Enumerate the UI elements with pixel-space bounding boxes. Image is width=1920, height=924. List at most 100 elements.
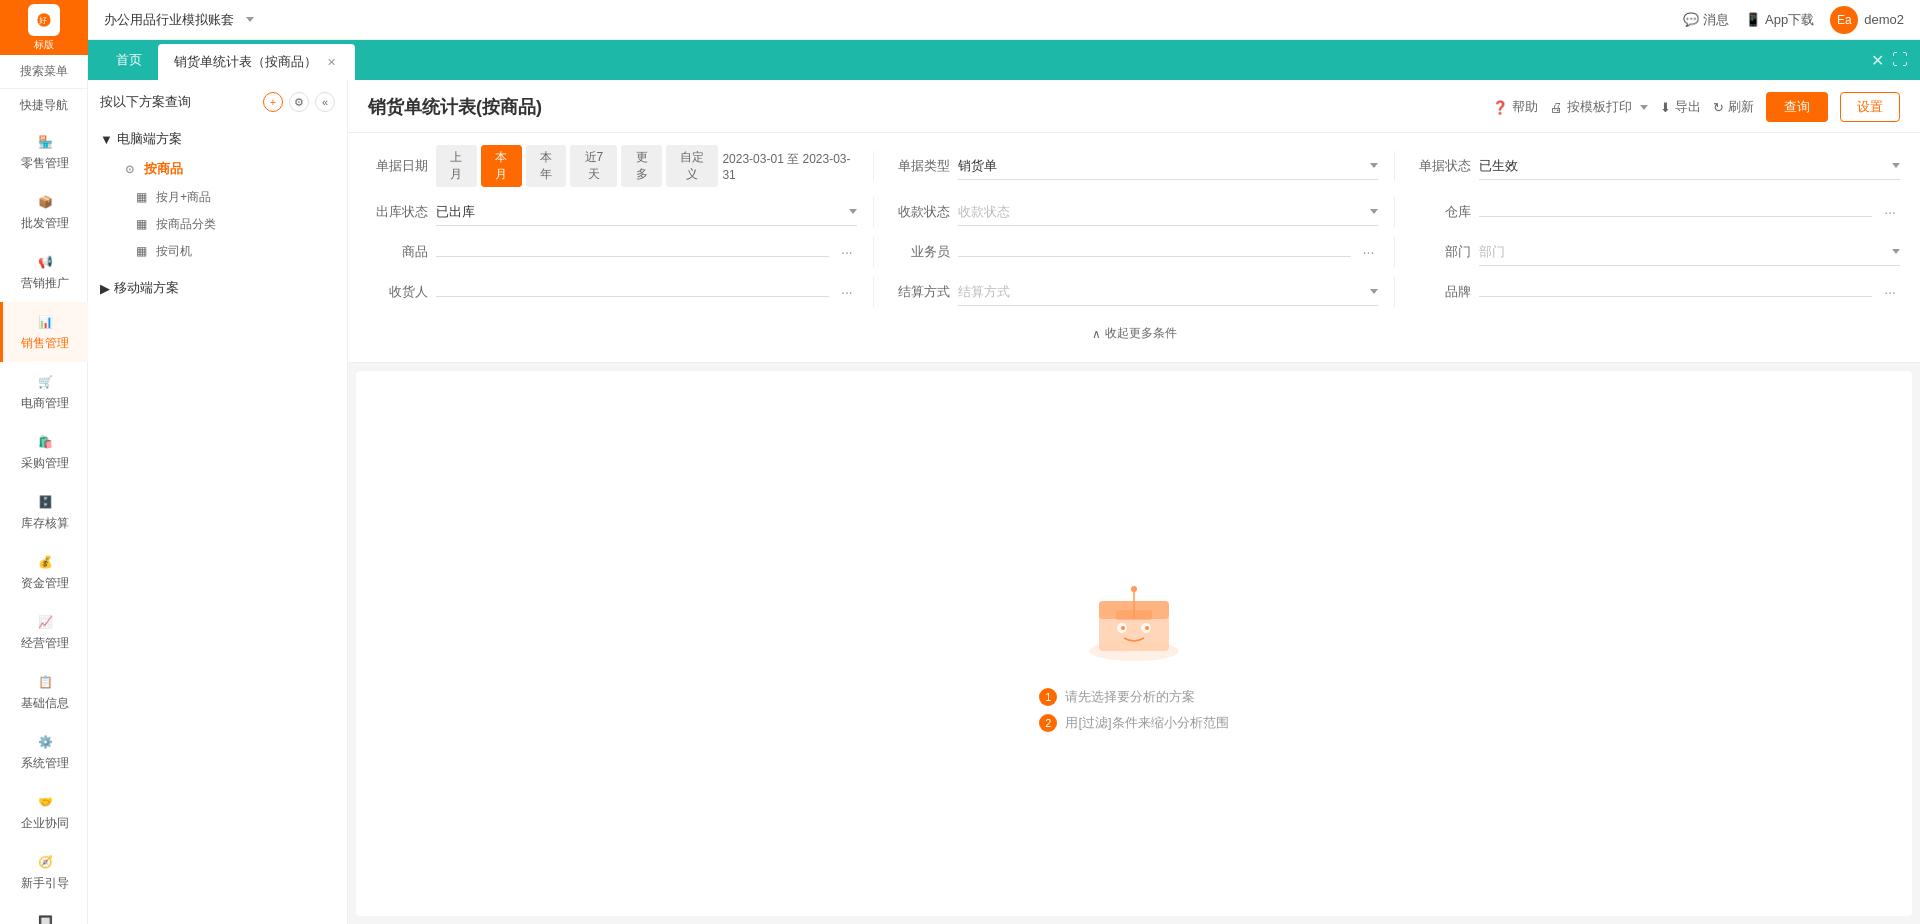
- filter-field-salesperson: 业务员 ···: [890, 243, 1379, 261]
- receipt-status-select[interactable]: 收款状态: [958, 199, 1379, 226]
- sidebar-item-inventory[interactable]: 🗄️ 库存核算: [0, 482, 88, 542]
- tab-expand-icon[interactable]: ⛶: [1892, 51, 1908, 69]
- empty-state: 1 请先选择要分析的方案 2 用[过滤]条件来缩小分析范围: [356, 371, 1912, 916]
- tab-home[interactable]: 首页: [100, 40, 158, 80]
- tab-home-label: 首页: [116, 51, 142, 69]
- sidebar-item-enterprise[interactable]: 🤝 企业协同: [0, 782, 88, 842]
- by-cashier-label: 按司机: [156, 244, 192, 258]
- help-button[interactable]: ❓ 帮助: [1492, 98, 1538, 116]
- out-status-dropdown-icon: [849, 209, 857, 214]
- sidebar-item-ecommerce[interactable]: 🛒 电商管理: [0, 362, 88, 422]
- dept-select[interactable]: 部门: [1479, 239, 1900, 266]
- date-btn-this-month[interactable]: 本月: [481, 145, 522, 187]
- workspace-dropdown-icon[interactable]: [246, 17, 254, 22]
- main-content: 销货单统计表(按商品) ❓ 帮助 🖨 按模板打印 ⬇: [348, 80, 1920, 924]
- filter-row-2: 出库状态 已出库 收款状态 收款状态: [368, 197, 1900, 227]
- doc-type-select[interactable]: 销货单: [958, 153, 1379, 180]
- sidebar-item-basic[interactable]: 📋 基础信息: [0, 662, 88, 722]
- by-cashier-icon: ▦: [136, 244, 147, 258]
- date-btn-custom[interactable]: 自定义: [666, 145, 718, 187]
- refresh-button[interactable]: ↻ 刷新: [1713, 98, 1754, 116]
- brand-input[interactable]: [1479, 288, 1872, 297]
- svg-point-9: [1121, 626, 1125, 630]
- doc-type-label: 单据类型: [890, 157, 950, 175]
- search-menu-label: 搜索菜单: [20, 63, 68, 80]
- sidebar-item-finance[interactable]: 💰 资金管理: [0, 542, 88, 602]
- filter-add-button[interactable]: +: [263, 92, 283, 112]
- sidebar-item-purchase[interactable]: 🛍️ 采购管理: [0, 422, 88, 482]
- filter-group-pc-title[interactable]: ▼ 电脑端方案: [100, 124, 335, 154]
- sidebar-search-area[interactable]: 搜索菜单: [0, 55, 87, 89]
- doc-status-select[interactable]: 已生效: [1479, 153, 1900, 180]
- date-btn-more[interactable]: 更多: [621, 145, 662, 187]
- app-download-button[interactable]: 📱 App下载: [1745, 11, 1814, 29]
- tab-close-icon[interactable]: ✕: [323, 54, 339, 70]
- salesperson-input[interactable]: [958, 248, 1351, 257]
- retail-icon: 🏪: [35, 132, 55, 152]
- divider-6: [1394, 237, 1395, 267]
- filter-item-by-month-product[interactable]: ▦ 按月+商品: [100, 184, 335, 211]
- sidebar-item-apps[interactable]: 🔲 应用中心: [0, 902, 88, 924]
- marketing-icon: 📢: [35, 252, 55, 272]
- consignee-input[interactable]: [436, 288, 829, 297]
- collapse-bar[interactable]: ∧ 收起更多条件: [368, 317, 1900, 350]
- sidebar-item-marketing[interactable]: 📢 营销推广: [0, 242, 88, 302]
- divider-8: [1394, 277, 1395, 307]
- user-info[interactable]: Ea demo2: [1830, 6, 1904, 34]
- date-btn-prev-month[interactable]: 上月: [436, 145, 477, 187]
- settings-button[interactable]: 设置: [1840, 92, 1900, 122]
- date-btn-this-year[interactable]: 本年: [526, 145, 567, 187]
- tab-sales-stat-label: 销货单统计表（按商品）: [174, 53, 317, 71]
- export-button[interactable]: ⬇ 导出: [1660, 98, 1701, 116]
- empty-illustration: [1074, 556, 1194, 676]
- product-more-btn[interactable]: ···: [837, 244, 857, 260]
- finance-icon: 💰: [35, 552, 55, 572]
- receipt-status-placeholder: 收款状态: [958, 203, 1010, 221]
- filter-form: 单据日期 上月 本月 本年 近7天 更多 自定义 2023-03-01 至 20…: [348, 133, 1920, 363]
- tab-close-all-icon[interactable]: ✕: [1871, 51, 1884, 70]
- filter-field-brand: 品牌 ···: [1411, 283, 1900, 301]
- receipt-status-dropdown-icon: [1370, 209, 1378, 214]
- dept-label: 部门: [1411, 243, 1471, 261]
- purchase-icon: 🛍️: [35, 432, 55, 452]
- apps-icon: 🔲: [35, 912, 55, 924]
- sidebar-item-sales[interactable]: 📊 销售管理: [0, 302, 88, 362]
- salesperson-more-btn[interactable]: ···: [1359, 244, 1379, 260]
- sales-icon: 📊: [35, 312, 55, 332]
- sidebar-item-retail[interactable]: 🏪 零售管理: [0, 122, 88, 182]
- filter-settings-button[interactable]: ⚙: [289, 92, 309, 112]
- finance-label: 资金管理: [21, 575, 69, 592]
- filter-item-by-product-category[interactable]: ▦ 按商品分类: [100, 211, 335, 238]
- guide-icon: 🧭: [35, 852, 55, 872]
- message-button[interactable]: 💬 消息: [1683, 11, 1729, 29]
- filter-field-receipt-status: 收款状态 收款状态: [890, 199, 1379, 226]
- filter-collapse-button[interactable]: «: [315, 92, 335, 112]
- consignee-more-btn[interactable]: ···: [837, 284, 857, 300]
- by-product-icon: ⊙: [120, 160, 138, 178]
- date-btn-7days[interactable]: 近7天: [570, 145, 617, 187]
- payment-select[interactable]: 结算方式: [958, 279, 1379, 306]
- export-label: 导出: [1675, 98, 1701, 116]
- out-status-select[interactable]: 已出库: [436, 199, 857, 226]
- main-area: 办公用品行业模拟账套 💬 消息 📱 App下载 Ea demo2 首页 销货单统…: [88, 0, 1920, 924]
- quick-nav-label: 快捷导航: [20, 97, 68, 114]
- filter-item-by-product[interactable]: ⊙ 按商品: [100, 154, 335, 184]
- user-name: demo2: [1864, 12, 1904, 27]
- filter-group-mobile-title[interactable]: ▶ 移动端方案: [100, 273, 335, 303]
- sidebar-quick-nav[interactable]: 快捷导航: [20, 89, 68, 122]
- warehouse-input[interactable]: [1479, 208, 1872, 217]
- tab-sales-stat[interactable]: 销货单统计表（按商品） ✕: [158, 44, 355, 80]
- product-input[interactable]: [436, 248, 829, 257]
- enterprise-label: 企业协同: [21, 815, 69, 832]
- warehouse-more-btn[interactable]: ···: [1880, 204, 1900, 220]
- by-product-category-label: 按商品分类: [156, 217, 216, 231]
- operations-label: 经营管理: [21, 635, 69, 652]
- sidebar-item-system[interactable]: ⚙️ 系统管理: [0, 722, 88, 782]
- sidebar-item-operations[interactable]: 📈 经营管理: [0, 602, 88, 662]
- filter-item-by-cashier[interactable]: ▦ 按司机: [100, 238, 335, 265]
- sidebar-item-wholesale[interactable]: 📦 批发管理: [0, 182, 88, 242]
- template-print-button[interactable]: 🖨 按模板打印: [1550, 98, 1648, 116]
- sidebar-item-guide[interactable]: 🧭 新手引导: [0, 842, 88, 902]
- query-button[interactable]: 查询: [1766, 92, 1828, 122]
- brand-more-btn[interactable]: ···: [1880, 284, 1900, 300]
